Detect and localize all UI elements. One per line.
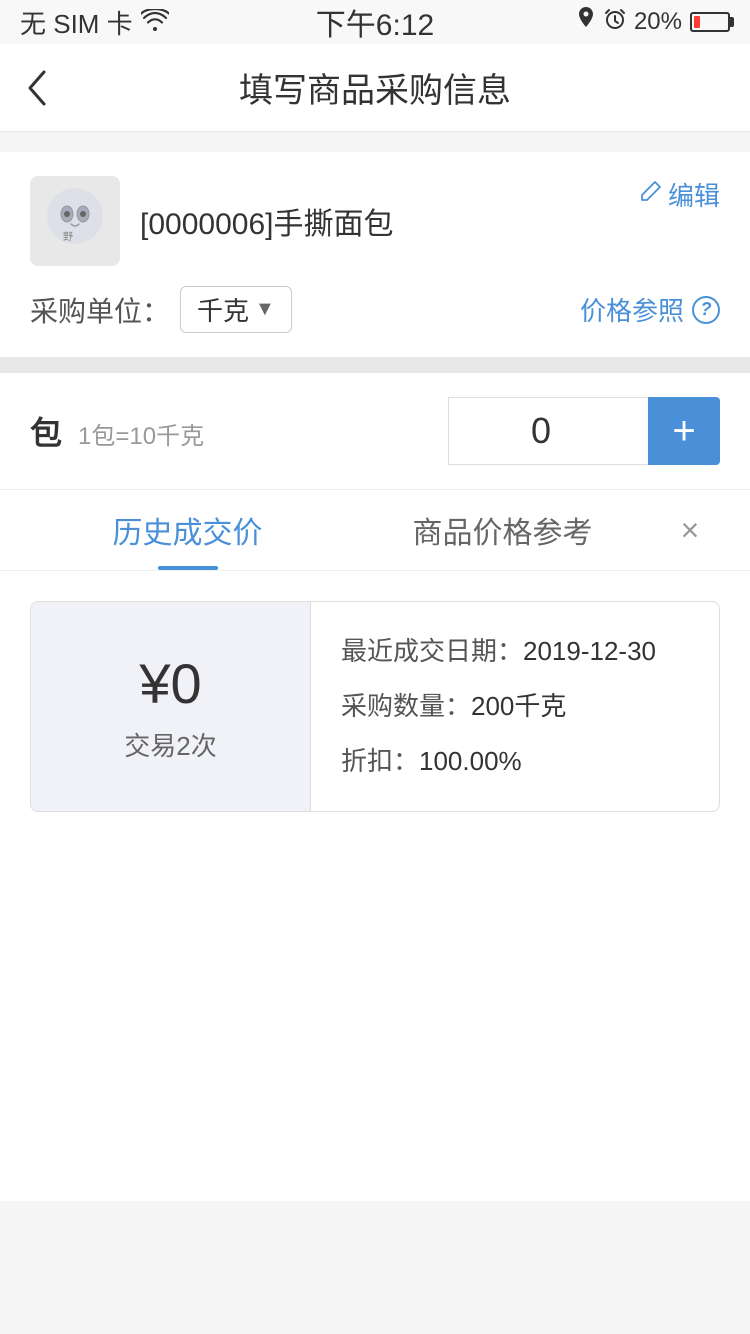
price-ref-button[interactable]: 价格参照 ? [580, 291, 720, 328]
unit-select[interactable]: 千克 ▼ [180, 286, 292, 333]
transaction-discount-row: 折扣：100.00% [341, 742, 689, 781]
product-left: 野 [0000006]手撕面包 [30, 176, 393, 266]
battery-indicator [690, 12, 730, 32]
tabs-header: 历史成交价 商品价格参考 × [0, 490, 750, 571]
quantity-input[interactable] [448, 397, 648, 465]
quantity-label: 包 1包=10千克 [30, 408, 204, 454]
alarm-icon [604, 8, 626, 37]
back-button[interactable] [24, 68, 48, 108]
discount-value: 100.00% [419, 746, 522, 776]
nav-bar: 填写商品采购信息 [0, 44, 750, 132]
tab-price-ref-label: 商品价格参考 [413, 508, 593, 552]
transaction-quantity-row: 采购数量：200千克 [341, 687, 689, 726]
svg-text:野: 野 [63, 231, 73, 243]
unit-label-area: 采购单位： 千克 ▼ [30, 286, 292, 333]
wifi-icon [141, 7, 169, 38]
product-header: 野 [0000006]手撕面包 编辑 [30, 176, 720, 266]
close-icon: × [681, 512, 700, 549]
date-value: 2019-12-30 [523, 636, 656, 666]
product-thumbnail: 野 [30, 176, 120, 266]
quantity-detail-label: 采购数量： [341, 691, 471, 721]
transaction-date-row: 最近成交日期：2019-12-30 [341, 632, 689, 671]
transaction-card: ¥0 交易2次 最近成交日期：2019-12-30 采购数量：200千克 折扣：… [30, 601, 720, 812]
plus-icon: + [672, 411, 695, 451]
transaction-price: ¥0 [139, 651, 201, 716]
tab-history-label: 历史成交价 [113, 508, 263, 552]
unit-label-text: 采购单位： [30, 290, 170, 330]
transaction-details: 最近成交日期：2019-12-30 采购数量：200千克 折扣：100.00% [311, 602, 719, 811]
date-label: 最近成交日期： [341, 636, 523, 666]
discount-label: 折扣： [341, 746, 419, 776]
price-ref-help-icon: ? [692, 296, 720, 324]
quantity-detail-value: 200千克 [471, 691, 566, 721]
transaction-count: 交易2次 [124, 726, 216, 763]
product-unit-row: 采购单位： 千克 ▼ 价格参照 ? [30, 286, 720, 333]
section-divider [0, 357, 750, 373]
price-value: 0 [171, 652, 202, 715]
tab-content: ¥0 交易2次 最近成交日期：2019-12-30 采购数量：200千克 折扣：… [0, 601, 750, 1201]
unit-value: 千克 [197, 291, 249, 328]
status-time: 下午6:12 [316, 0, 434, 44]
price-ref-label: 价格参照 [580, 291, 684, 328]
product-name: [0000006]手撕面包 [140, 199, 393, 243]
quantity-row: 包 1包=10千克 + [0, 373, 750, 490]
edit-label: 编辑 [668, 176, 720, 213]
quantity-unit: 包 [30, 408, 62, 454]
product-thumb-icon: 野 [45, 186, 105, 256]
tabs-section: 历史成交价 商品价格参考 × ¥0 交易2次 最近成交日期：2019-12-30… [0, 490, 750, 1201]
edit-button[interactable]: 编辑 [640, 176, 720, 213]
tab-history-price[interactable]: 历史成交价 [30, 490, 345, 570]
price-symbol: ¥ [139, 652, 170, 715]
battery-percent: 20% [634, 8, 682, 36]
location-icon [576, 7, 596, 38]
product-card: 野 [0000006]手撕面包 编辑 采购单位： 千克 ▼ 价格参照 [0, 152, 750, 357]
status-right: 20% [576, 7, 730, 38]
tab-price-ref[interactable]: 商品价格参考 [345, 490, 660, 570]
edit-icon [640, 180, 662, 209]
quantity-conversion: 1包=10千克 [78, 416, 204, 451]
tabs-close-button[interactable]: × [660, 500, 720, 560]
status-left: 无 SIM 卡 [20, 4, 169, 41]
quantity-plus-button[interactable]: + [648, 397, 720, 465]
quantity-input-area: + [448, 397, 720, 465]
carrier-text: 无 SIM 卡 [20, 4, 133, 41]
unit-dropdown-icon: ▼ [255, 298, 275, 321]
transaction-price-panel: ¥0 交易2次 [31, 602, 311, 811]
status-bar: 无 SIM 卡 下午6:12 20% [0, 0, 750, 44]
page-title: 填写商品采购信息 [239, 63, 511, 112]
